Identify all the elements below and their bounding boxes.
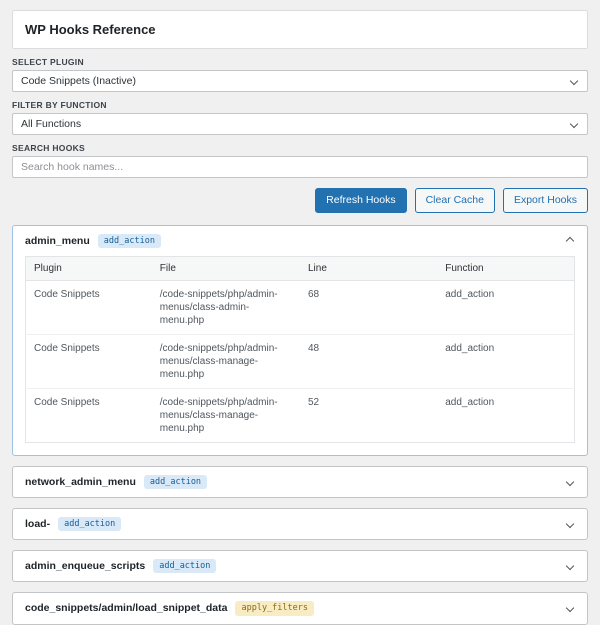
hook-name: admin_enqueue_scripts bbox=[25, 560, 146, 573]
table-header-row: Plugin File Line Function bbox=[25, 256, 575, 281]
header-card: WP Hooks Reference bbox=[12, 10, 588, 49]
accordion-header[interactable]: load- add_action bbox=[13, 509, 587, 539]
toolbar: Refresh Hooks Clear Cache Export Hooks bbox=[12, 188, 588, 213]
column-header-function: Function bbox=[437, 256, 575, 281]
cell-plugin: Code Snippets bbox=[25, 280, 152, 335]
chevron-down-icon bbox=[565, 477, 575, 487]
plugin-select-value: Code Snippets (Inactive) bbox=[21, 75, 136, 87]
accordion-load: load- add_action bbox=[12, 507, 588, 541]
cell-file: /code-snippets/php/admin-menus/class-adm… bbox=[151, 280, 300, 335]
cell-function: add_action bbox=[445, 396, 495, 408]
clear-cache-button[interactable]: Clear Cache bbox=[414, 188, 495, 213]
cell-function: add_action bbox=[437, 334, 575, 389]
function-filter-select[interactable]: All Functions bbox=[12, 113, 588, 135]
export-hooks-button[interactable]: Export Hooks bbox=[502, 188, 588, 213]
hook-type-badge: apply_filters bbox=[235, 601, 314, 616]
accordion-panel: Plugin File Line Function Code Snippets … bbox=[13, 255, 587, 455]
hook-type-badge: add_action bbox=[97, 233, 161, 248]
select-plugin-label: SELECT PLUGIN bbox=[12, 57, 84, 67]
hook-type-badge: add_action bbox=[153, 559, 217, 574]
accordion-load-snippet-data: code_snippets/admin/load_snippet_data ap… bbox=[12, 592, 588, 625]
chevron-down-icon bbox=[565, 562, 575, 571]
accordion-header[interactable]: network_admin_menu add_action bbox=[13, 467, 587, 497]
plugin-select[interactable]: Code Snippets (Inactive) bbox=[12, 70, 588, 92]
chevron-down-icon bbox=[565, 519, 575, 529]
cell-plugin: Code Snippets bbox=[25, 334, 152, 389]
chevron-down-icon bbox=[569, 76, 579, 86]
accordion-network-admin-menu: network_admin_menu add_action bbox=[12, 465, 588, 498]
cell-file: /code-snippets/php/admin-menus/class-man… bbox=[151, 334, 300, 389]
search-input[interactable] bbox=[12, 156, 588, 178]
cell-function: add_action bbox=[437, 280, 575, 335]
hook-name: code_snippets/admin/load_snippet_data bbox=[25, 602, 228, 615]
accordion-header[interactable]: admin_menu add_action bbox=[13, 226, 587, 256]
accordion-header[interactable]: admin_enqueue_scripts add_action bbox=[13, 551, 587, 581]
page: WP Hooks Reference SELECT PLUGIN Code Sn… bbox=[12, 10, 588, 625]
column-header-file: File bbox=[151, 256, 300, 281]
cell-line: 52 bbox=[307, 396, 320, 408]
function-filter-value: All Functions bbox=[21, 118, 82, 130]
chevron-down-icon bbox=[565, 604, 575, 613]
hooks-table: Plugin File Line Function Code Snippets … bbox=[25, 255, 575, 443]
accordion-admin-enqueue-scripts: admin_enqueue_scripts add_action bbox=[12, 550, 588, 583]
search-hooks-label: SEARCH HOOKS bbox=[12, 143, 86, 153]
hook-type-badge: add_action bbox=[58, 516, 122, 532]
cell-line: 68 bbox=[299, 280, 438, 335]
hook-name: network_admin_menu bbox=[25, 475, 136, 488]
cell-file: /code-snippets/php/admin-menus/class-man… bbox=[159, 396, 278, 434]
table-row: Code Snippets /code-snippets/php/admin-m… bbox=[25, 280, 575, 335]
chevron-down-icon bbox=[569, 119, 579, 129]
hook-name: admin_menu bbox=[25, 234, 90, 247]
cell-plugin: Code Snippets bbox=[34, 396, 100, 408]
table-row: Code Snippets /code-snippets/php/admin-m… bbox=[26, 388, 575, 442]
page-title: WP Hooks Reference bbox=[25, 22, 156, 37]
chevron-up-icon bbox=[565, 236, 575, 245]
filter-function-label: FILTER BY FUNCTION bbox=[12, 100, 107, 110]
column-header-plugin: Plugin bbox=[25, 256, 152, 281]
hook-type-badge: add_action bbox=[143, 474, 208, 489]
table-row: Code Snippets /code-snippets/php/admin-m… bbox=[25, 334, 575, 389]
refresh-hooks-button[interactable]: Refresh Hooks bbox=[315, 188, 407, 213]
accordion-admin-menu: admin_menu add_action Plugin File Line F… bbox=[12, 224, 588, 456]
hook-name: load- bbox=[25, 518, 51, 531]
accordion-header[interactable]: code_snippets/admin/load_snippet_data ap… bbox=[13, 593, 587, 623]
column-header-line: Line bbox=[299, 256, 438, 281]
cell-line: 48 bbox=[299, 334, 438, 389]
